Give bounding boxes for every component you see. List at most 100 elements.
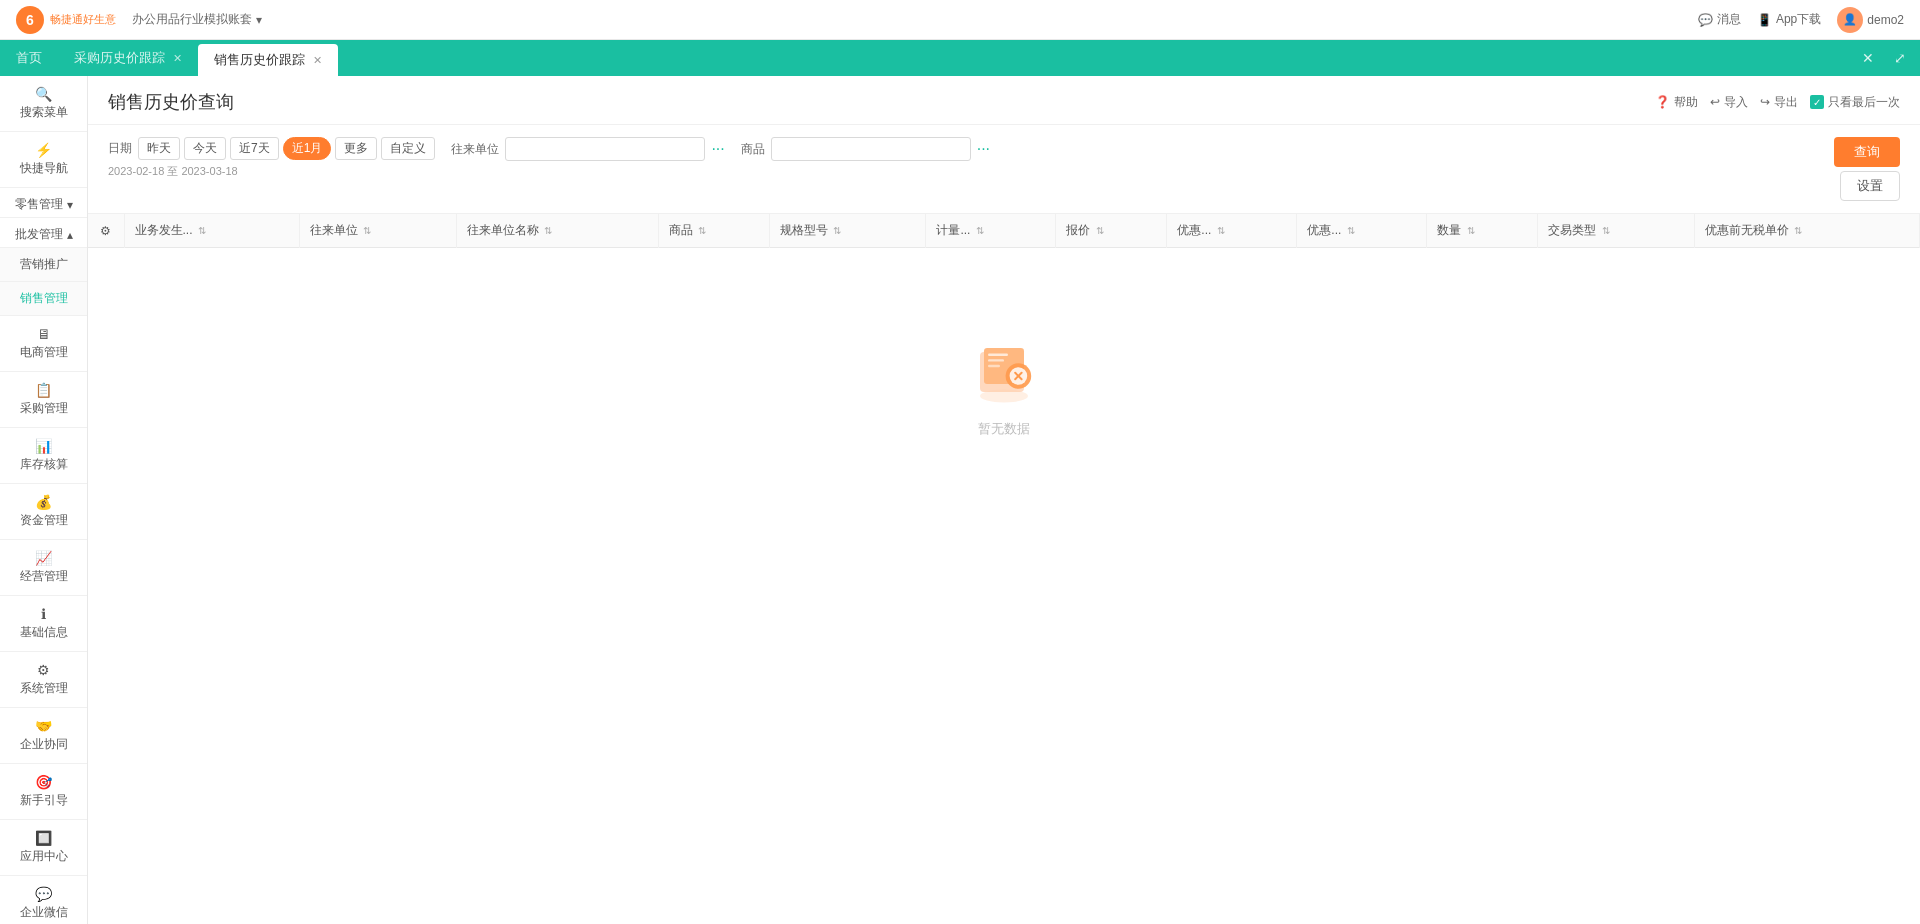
svg-rect-7 bbox=[988, 354, 1008, 356]
export-icon: ↪ bbox=[1760, 95, 1770, 109]
sidebar-item-inventory-check[interactable]: 📊 库存核算 bbox=[0, 428, 87, 484]
from-unit-dots[interactable]: ··· bbox=[711, 140, 724, 158]
goods-dots[interactable]: ··· bbox=[977, 140, 990, 158]
sidebar-item-search-menu[interactable]: 🔍 搜索菜单 bbox=[0, 76, 87, 132]
export-button[interactable]: ↪ 导出 bbox=[1760, 94, 1798, 111]
only-last-checkbox[interactable]: ✓ 只看最后一次 bbox=[1810, 94, 1900, 111]
date-buttons-group: 日期 昨天 今天 近7天 近1月 更多 自定义 bbox=[108, 137, 435, 160]
th-pre-tax-price[interactable]: 优惠前无税单价 ⇅ bbox=[1694, 214, 1919, 248]
sidebar-item-ecommerce-mgmt[interactable]: 🖥 电商管理 bbox=[0, 316, 87, 372]
logo-area: 6 畅捷通好生意 bbox=[16, 6, 116, 34]
tab-purchase-history-close[interactable]: ✕ bbox=[173, 52, 182, 65]
sidebar-item-new-user-guide[interactable]: 🎯 新手引导 bbox=[0, 764, 87, 820]
svg-rect-8 bbox=[988, 359, 1004, 361]
sidebar: 🔍 搜索菜单 ⚡ 快捷导航 零售管理 ▾ 批发管理 ▴ 营销推广 销售管理 🖥 … bbox=[0, 76, 88, 924]
export-label: 导出 bbox=[1774, 94, 1798, 111]
th-settings[interactable]: ⚙ bbox=[88, 214, 124, 248]
sidebar-item-sales-promotion[interactable]: 营销推广 bbox=[0, 248, 87, 282]
th-discount1[interactable]: 优惠... ⇅ bbox=[1167, 214, 1297, 248]
sidebar-item-purchase-mgmt[interactable]: 📋 采购管理 bbox=[0, 372, 87, 428]
sort-icon: ⇅ bbox=[1467, 225, 1475, 236]
sort-icon: ⇅ bbox=[1794, 225, 1802, 236]
th-quantity[interactable]: 数量 ⇅ bbox=[1427, 214, 1538, 248]
sales-mgmt-label: 销售管理 bbox=[20, 291, 68, 305]
th-spec[interactable]: 规格型号 ⇅ bbox=[769, 214, 926, 248]
sales-promotion-label: 营销推广 bbox=[20, 257, 68, 271]
sidebar-item-enterprise-wechat[interactable]: 💬 企业微信 bbox=[0, 876, 87, 924]
user-action[interactable]: 👤 demo2 bbox=[1837, 7, 1904, 33]
sidebar-label-enterprise-collab: 企业协同 bbox=[20, 736, 68, 753]
th-unit-name[interactable]: 往来单位名称 ⇅ bbox=[456, 214, 658, 248]
goods-filter-group: 商品 ··· bbox=[741, 137, 990, 161]
date-btn-7days[interactable]: 近7天 bbox=[230, 137, 279, 160]
date-btn-today[interactable]: 今天 bbox=[184, 137, 226, 160]
sort-icon: ⇅ bbox=[698, 225, 706, 236]
th-goods-label: 商品 bbox=[669, 223, 693, 237]
guide-icon: 🎯 bbox=[35, 774, 52, 790]
th-unit-code[interactable]: 往来单位 ⇅ bbox=[300, 214, 457, 248]
quick-nav-icon: ⚡ bbox=[35, 142, 52, 158]
sidebar-item-quick-nav[interactable]: ⚡ 快捷导航 bbox=[0, 132, 87, 188]
date-btn-1month[interactable]: 近1月 bbox=[283, 137, 332, 160]
th-unit[interactable]: 计量... ⇅ bbox=[926, 214, 1056, 248]
page-header: 销售历史价查询 ❓ 帮助 ↩ 导入 ↪ 导出 ✓ 只看最后一次 bbox=[88, 76, 1920, 125]
filter-right-actions: 查询 设置 bbox=[1834, 137, 1900, 201]
sidebar-label-ecommerce-mgmt: 电商管理 bbox=[20, 344, 68, 361]
date-btn-custom[interactable]: 自定义 bbox=[381, 137, 435, 160]
checkbox-icon: ✓ bbox=[1810, 95, 1824, 109]
sidebar-label-enterprise-wechat: 企业微信 bbox=[20, 904, 68, 921]
sidebar-item-app-center[interactable]: 🔲 应用中心 bbox=[0, 820, 87, 876]
system-icon: ⚙ bbox=[37, 662, 50, 678]
sidebar-item-basic-info[interactable]: ℹ 基础信息 bbox=[0, 596, 87, 652]
page-actions: ❓ 帮助 ↩ 导入 ↪ 导出 ✓ 只看最后一次 bbox=[1655, 94, 1900, 111]
purchase-icon: 📋 bbox=[35, 382, 52, 398]
sidebar-item-finance-mgmt[interactable]: 💰 资金管理 bbox=[0, 484, 87, 540]
sidebar-label-app-center: 应用中心 bbox=[20, 848, 68, 865]
sidebar-label-operation-mgmt: 经营管理 bbox=[20, 568, 68, 585]
tab-sales-history-label: 销售历史价跟踪 bbox=[214, 51, 305, 69]
app-download-action[interactable]: 📱 App下载 bbox=[1757, 11, 1821, 28]
retail-mgmt-label: 零售管理 bbox=[15, 196, 63, 213]
sidebar-item-operation-mgmt[interactable]: 📈 经营管理 bbox=[0, 540, 87, 596]
message-icon: 💬 bbox=[1698, 13, 1713, 27]
th-unit-label: 计量... bbox=[936, 223, 970, 237]
header-right: 💬 消息 📱 App下载 👤 demo2 bbox=[1698, 7, 1904, 33]
sort-icon: ⇅ bbox=[1347, 225, 1355, 236]
tab-home[interactable]: 首页 bbox=[0, 40, 58, 76]
sidebar-item-retail-mgmt[interactable]: 零售管理 ▾ bbox=[0, 188, 87, 218]
message-action[interactable]: 💬 消息 bbox=[1698, 11, 1741, 28]
th-trade-type[interactable]: 交易类型 ⇅ bbox=[1538, 214, 1695, 248]
goods-input[interactable] bbox=[771, 137, 971, 161]
sidebar-item-system-mgmt[interactable]: ⚙ 系统管理 bbox=[0, 652, 87, 708]
tab-purchase-history[interactable]: 采购历史价跟踪 ✕ bbox=[58, 40, 198, 76]
avatar: 👤 bbox=[1837, 7, 1863, 33]
import-button[interactable]: ↩ 导入 bbox=[1710, 94, 1748, 111]
th-quote[interactable]: 报价 ⇅ bbox=[1056, 214, 1167, 248]
help-button[interactable]: ❓ 帮助 bbox=[1655, 94, 1698, 111]
sidebar-item-wholesale-mgmt[interactable]: 批发管理 ▴ bbox=[0, 218, 87, 248]
sort-icon: ⇅ bbox=[544, 225, 552, 236]
tab-sales-history[interactable]: 销售历史价跟踪 ✕ bbox=[198, 44, 338, 76]
close-window-button[interactable]: ✕ bbox=[1856, 46, 1880, 70]
query-button[interactable]: 查询 bbox=[1834, 137, 1900, 167]
tab-sales-history-close[interactable]: ✕ bbox=[313, 54, 322, 67]
settings-button[interactable]: 设置 bbox=[1840, 171, 1900, 201]
tab-home-label: 首页 bbox=[16, 49, 42, 67]
date-btn-more[interactable]: 更多 bbox=[335, 137, 377, 160]
sidebar-item-sales-mgmt[interactable]: 销售管理 bbox=[0, 282, 87, 316]
th-spec-label: 规格型号 bbox=[780, 223, 828, 237]
th-discount2[interactable]: 优惠... ⇅ bbox=[1297, 214, 1427, 248]
template-selector[interactable]: 办公用品行业模拟账套 ▾ bbox=[124, 7, 270, 32]
chevron-up-icon: ▴ bbox=[67, 228, 73, 242]
th-pre-tax-price-label: 优惠前无税单价 bbox=[1705, 223, 1789, 237]
date-btn-yesterday[interactable]: 昨天 bbox=[138, 137, 180, 160]
maximize-window-button[interactable]: ⤢ bbox=[1888, 46, 1912, 70]
th-goods[interactable]: 商品 ⇅ bbox=[658, 214, 769, 248]
sort-icon: ⇅ bbox=[833, 225, 841, 236]
from-unit-input[interactable] bbox=[505, 137, 705, 161]
chevron-down-icon: ▾ bbox=[67, 198, 73, 212]
app-download-label: App下载 bbox=[1776, 11, 1821, 28]
sidebar-item-enterprise-collab[interactable]: 🤝 企业协同 bbox=[0, 708, 87, 764]
th-business-date[interactable]: 业务发生... ⇅ bbox=[124, 214, 300, 248]
inventory-icon: 📊 bbox=[35, 438, 52, 454]
